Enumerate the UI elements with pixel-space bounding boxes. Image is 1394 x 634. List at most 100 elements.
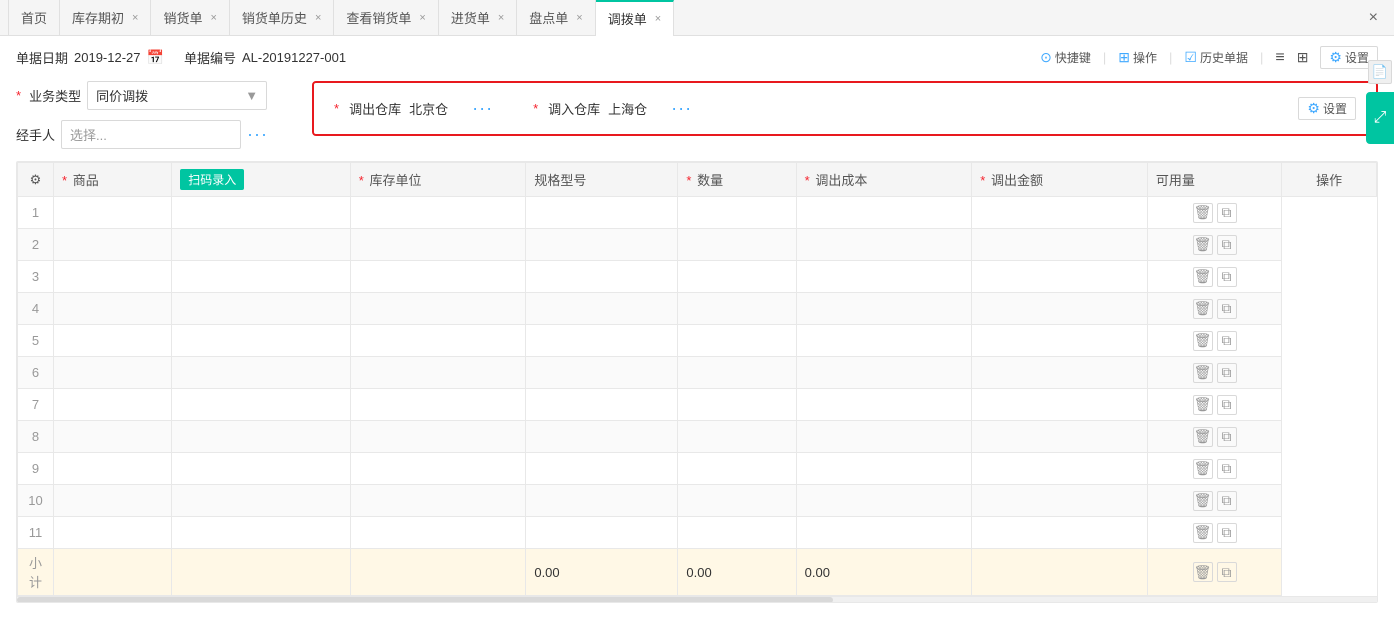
tab-inventory-check-close[interactable]: ×	[576, 12, 582, 24]
history-button[interactable]: ☑ 历史单据	[1184, 49, 1248, 66]
product-cell[interactable]	[54, 357, 172, 389]
copy-icon[interactable]: ⧉	[1217, 523, 1237, 543]
delete-icon[interactable]: 🗑	[1193, 267, 1213, 287]
available-cell[interactable]	[972, 517, 1148, 549]
tab-view-sales[interactable]: 查看销货单 ×	[334, 0, 438, 36]
unit-cell[interactable]	[172, 517, 350, 549]
amount-cell[interactable]	[796, 357, 972, 389]
unit-cell[interactable]	[172, 389, 350, 421]
product-cell[interactable]	[54, 421, 172, 453]
spec-cell[interactable]	[350, 453, 526, 485]
spec-cell[interactable]	[350, 293, 526, 325]
cost-cell[interactable]	[678, 453, 796, 485]
cost-cell[interactable]	[678, 261, 796, 293]
tab-sales-history[interactable]: 销货单历史 ×	[230, 0, 334, 36]
available-cell[interactable]	[972, 293, 1148, 325]
unit-cell[interactable]	[172, 229, 350, 261]
qty-cell[interactable]	[526, 261, 678, 293]
product-cell[interactable]	[54, 485, 172, 517]
spec-cell[interactable]	[350, 389, 526, 421]
qty-cell[interactable]	[526, 357, 678, 389]
delete-icon[interactable]: 🗑	[1193, 395, 1213, 415]
cost-cell[interactable]	[678, 485, 796, 517]
amount-cell[interactable]	[796, 229, 972, 261]
available-cell[interactable]	[972, 453, 1148, 485]
subtotal-copy-icon[interactable]: ⧉	[1217, 562, 1237, 582]
spec-cell[interactable]	[350, 357, 526, 389]
spec-cell[interactable]	[350, 325, 526, 357]
tab-inventory-init-close[interactable]: ×	[132, 12, 138, 24]
tab-transfer[interactable]: 调拨单 ×	[596, 0, 674, 36]
unit-cell[interactable]	[172, 485, 350, 517]
spec-cell[interactable]	[350, 261, 526, 293]
tab-sales-history-close[interactable]: ×	[315, 12, 321, 24]
qty-cell[interactable]	[526, 229, 678, 261]
delete-icon[interactable]: 🗑	[1193, 331, 1213, 351]
amount-cell[interactable]	[796, 197, 972, 229]
amount-cell[interactable]	[796, 325, 972, 357]
delete-icon[interactable]: 🗑	[1193, 363, 1213, 383]
sidebar-document-button[interactable]: 📄	[1368, 60, 1392, 84]
qty-cell[interactable]	[526, 293, 678, 325]
scrollbar-thumb[interactable]	[17, 597, 833, 603]
delete-icon[interactable]: 🗑	[1193, 203, 1213, 223]
product-cell[interactable]	[54, 197, 172, 229]
product-cell[interactable]	[54, 261, 172, 293]
amount-cell[interactable]	[796, 261, 972, 293]
amount-cell[interactable]	[796, 293, 972, 325]
handler-more-button[interactable]: ···	[247, 124, 268, 145]
operations-button[interactable]: ⊞ 操作	[1118, 49, 1157, 66]
product-cell[interactable]	[54, 517, 172, 549]
qty-cell[interactable]	[526, 453, 678, 485]
warehouse-out-more-button[interactable]: ···	[472, 98, 493, 119]
product-cell[interactable]	[54, 453, 172, 485]
qty-cell[interactable]	[526, 421, 678, 453]
delete-icon[interactable]: 🗑	[1193, 299, 1213, 319]
amount-cell[interactable]	[796, 421, 972, 453]
delete-icon[interactable]: 🗑	[1193, 491, 1213, 511]
tab-inventory-init[interactable]: 库存期初 ×	[60, 0, 151, 36]
cost-cell[interactable]	[678, 389, 796, 421]
product-cell[interactable]	[54, 325, 172, 357]
cost-cell[interactable]	[678, 517, 796, 549]
copy-icon[interactable]: ⧉	[1217, 363, 1237, 383]
business-type-select[interactable]: 同价调拨 ▼	[87, 81, 267, 110]
cost-cell[interactable]	[678, 421, 796, 453]
handler-select[interactable]: 选择...	[61, 120, 241, 149]
tab-view-sales-close[interactable]: ×	[419, 12, 425, 24]
unit-cell[interactable]	[172, 261, 350, 293]
cost-cell[interactable]	[678, 357, 796, 389]
subtotal-delete-icon[interactable]: 🗑	[1193, 562, 1213, 582]
warehouse-in-more-button[interactable]: ···	[671, 98, 692, 119]
copy-icon[interactable]: ⧉	[1217, 491, 1237, 511]
cost-cell[interactable]	[678, 325, 796, 357]
spec-cell[interactable]	[350, 421, 526, 453]
copy-icon[interactable]: ⧉	[1217, 203, 1237, 223]
copy-icon[interactable]: ⧉	[1217, 395, 1237, 415]
shortcut-button[interactable]: ⊙ 快捷键	[1040, 49, 1091, 66]
cost-cell[interactable]	[678, 293, 796, 325]
qty-cell[interactable]	[526, 197, 678, 229]
qty-cell[interactable]	[526, 517, 678, 549]
product-cell[interactable]	[54, 229, 172, 261]
tab-sales-order[interactable]: 销货单 ×	[151, 0, 229, 36]
tab-purchase[interactable]: 进货单 ×	[439, 0, 517, 36]
layout-icon-1[interactable]: ≡	[1275, 49, 1284, 67]
scan-button[interactable]: 扫码录入	[180, 169, 244, 190]
tab-transfer-close[interactable]: ×	[655, 13, 661, 25]
available-cell[interactable]	[972, 197, 1148, 229]
available-cell[interactable]	[972, 485, 1148, 517]
available-cell[interactable]	[972, 229, 1148, 261]
copy-icon[interactable]: ⧉	[1217, 299, 1237, 319]
product-cell[interactable]	[54, 389, 172, 421]
available-cell[interactable]	[972, 357, 1148, 389]
horizontal-scrollbar[interactable]	[17, 596, 1377, 602]
unit-cell[interactable]	[172, 453, 350, 485]
spec-cell[interactable]	[350, 197, 526, 229]
available-cell[interactable]	[972, 325, 1148, 357]
qty-cell[interactable]	[526, 325, 678, 357]
copy-icon[interactable]: ⧉	[1217, 331, 1237, 351]
copy-icon[interactable]: ⧉	[1217, 459, 1237, 479]
warehouse-settings-button[interactable]: ⚙ 设置	[1298, 97, 1356, 120]
qty-cell[interactable]	[526, 389, 678, 421]
